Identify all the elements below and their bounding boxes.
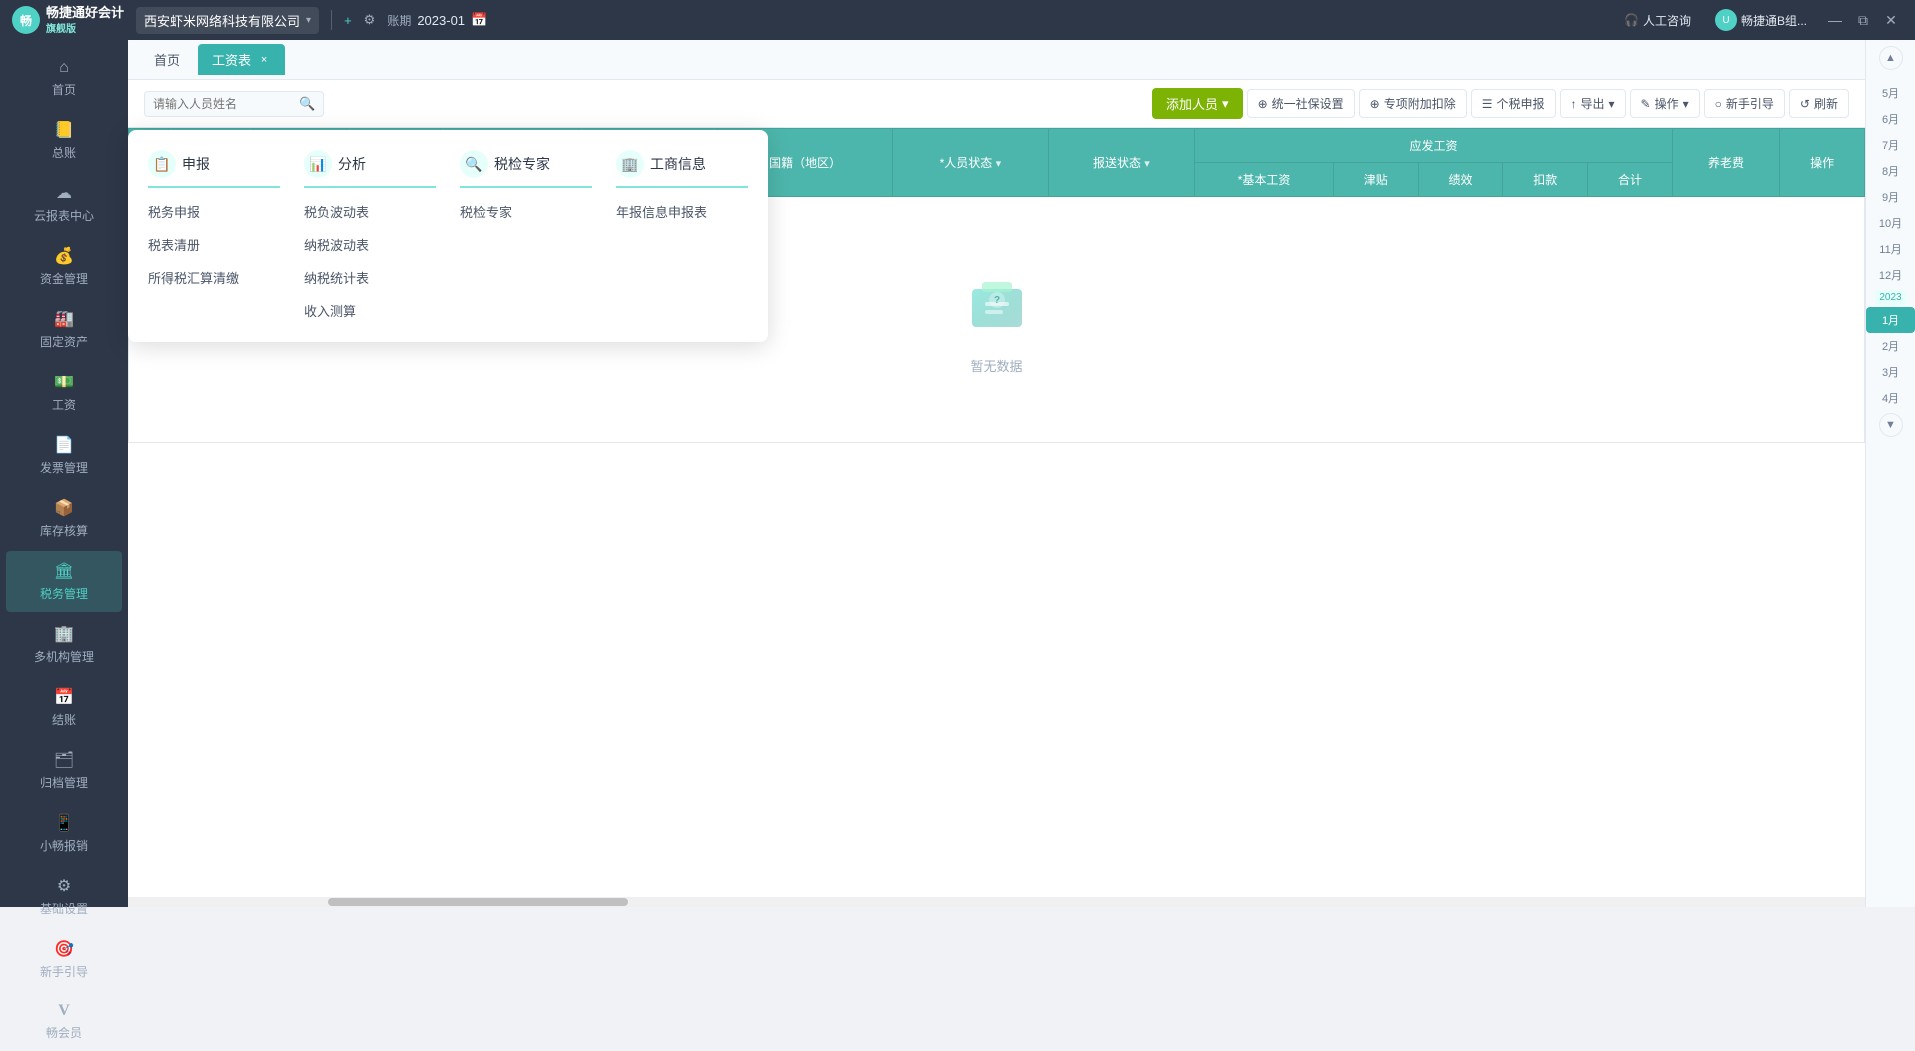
analysis-items: 税负波动表 纳税波动表 纳税统计表 收入测算	[304, 200, 436, 322]
menu-item-tax-change[interactable]: 纳税波动表	[304, 233, 436, 256]
bizinfo-icon: 🏢	[616, 150, 644, 178]
section-bizinfo-title: 🏢 工商信息	[616, 150, 748, 188]
menu-item-tax-burden[interactable]: 税负波动表	[304, 200, 436, 223]
menu-item-tax-expert[interactable]: 税检专家	[460, 200, 592, 223]
menu-item-income-algo[interactable]: 收入测算	[304, 299, 436, 322]
section-analysis-title: 📊 分析	[304, 150, 436, 188]
sidebar-item-member[interactable]: V 畅会员	[6, 992, 122, 1051]
menu-item-tax-form[interactable]: 税表清册	[148, 233, 280, 256]
analysis-icon: 📊	[304, 150, 332, 178]
dropdown-menu: 📋 申报 税务申报 税表清册 所得税汇算清缴 📊 分析 税负波动表 纳税波动表 …	[128, 130, 768, 342]
section-expert-title: 🔍 税检专家	[460, 150, 592, 188]
declare-icon: 📋	[148, 150, 176, 178]
sidebar-item-guide[interactable]: 🎯 新手引导	[6, 929, 122, 990]
menu-item-income-calc[interactable]: 所得税汇算清缴	[148, 266, 280, 289]
section-bizinfo-label: 工商信息	[650, 154, 706, 174]
member-icon: V	[58, 1002, 70, 1020]
section-declare-title: 📋 申报	[148, 150, 280, 188]
bizinfo-items: 年报信息申报表	[616, 200, 748, 223]
menu-item-annual-report[interactable]: 年报信息申报表	[616, 200, 748, 223]
expert-icon: 🔍	[460, 150, 488, 178]
menu-section-bizinfo: 🏢 工商信息 年报信息申报表	[616, 150, 748, 322]
section-expert-label: 税检专家	[494, 154, 550, 174]
guide-icon: 🎯	[54, 939, 74, 959]
menu-section-declare: 📋 申报 税务申报 税表清册 所得税汇算清缴	[148, 150, 280, 322]
declare-items: 税务申报 税表清册 所得税汇算清缴	[148, 200, 280, 289]
menu-section-analysis: 📊 分析 税负波动表 纳税波动表 纳税统计表 收入测算	[304, 150, 436, 322]
section-analysis-label: 分析	[338, 154, 366, 174]
menu-item-tax-declare[interactable]: 税务申报	[148, 200, 280, 223]
menu-item-tax-stat[interactable]: 纳税统计表	[304, 266, 436, 289]
expert-items: 税检专家	[460, 200, 592, 223]
sidebar-label-guide: 新手引导	[40, 963, 88, 980]
section-declare-label: 申报	[182, 154, 210, 174]
sidebar-label-member: 畅会员	[46, 1024, 82, 1041]
menu-section-expert: 🔍 税检专家 税检专家	[460, 150, 592, 322]
